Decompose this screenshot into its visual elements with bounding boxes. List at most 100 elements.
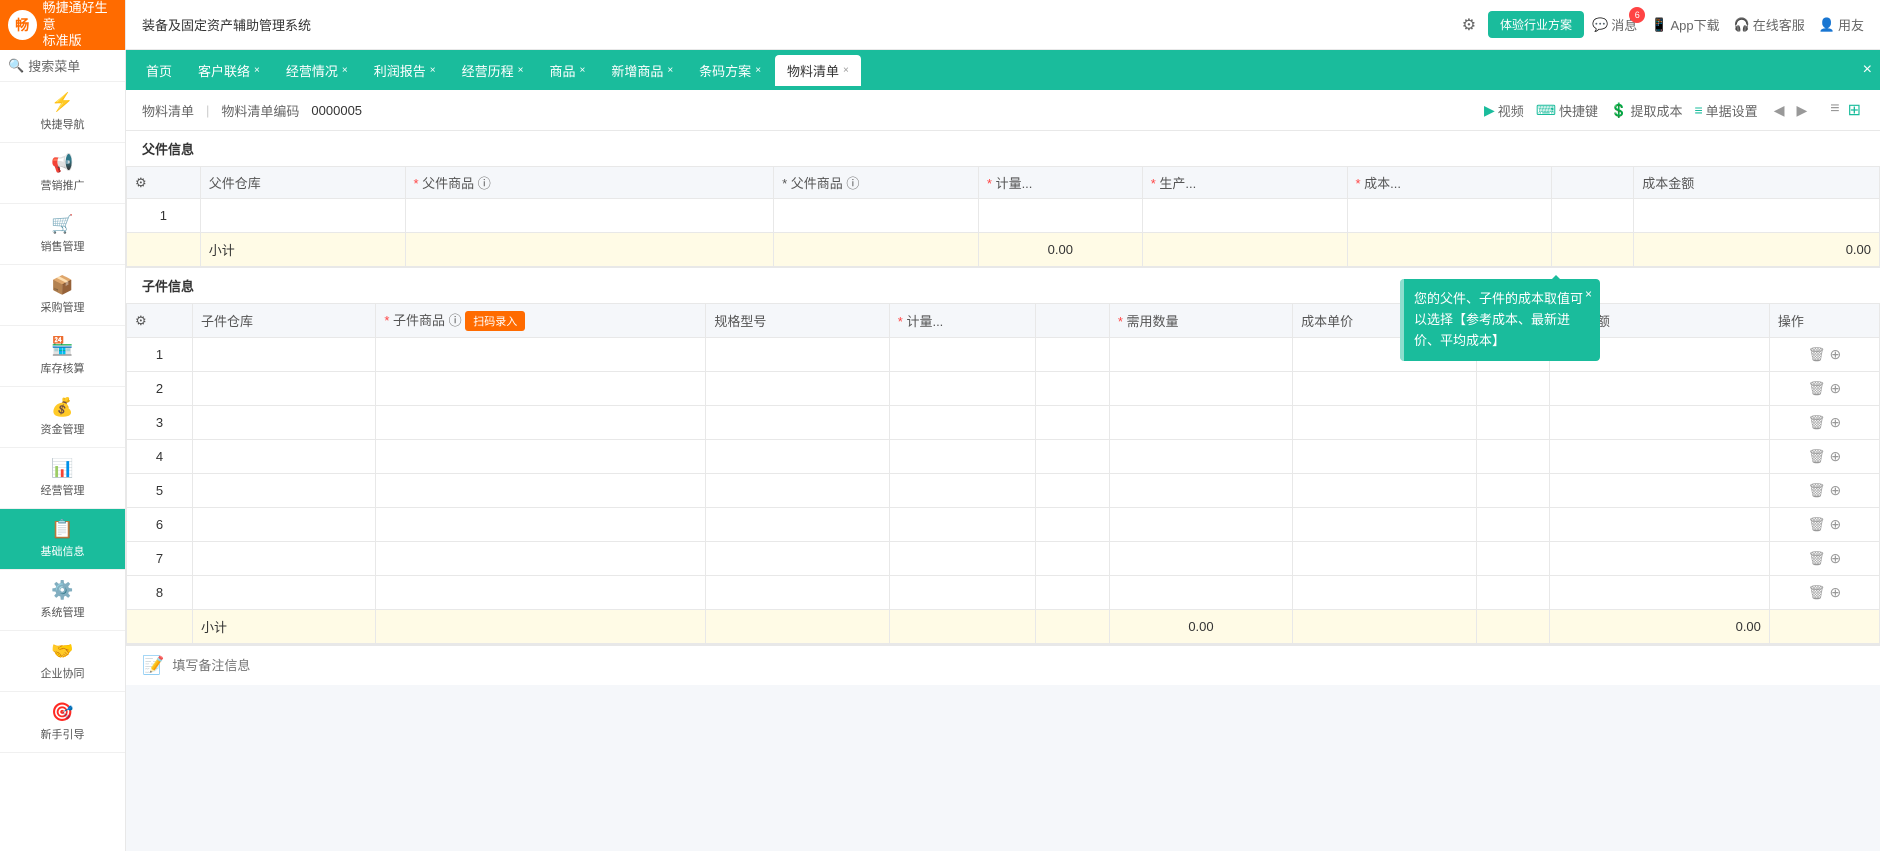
child-row-7-spec[interactable] bbox=[706, 542, 889, 576]
trial-button[interactable]: 体验行业方案 bbox=[1488, 11, 1584, 38]
child-row-8-qty[interactable] bbox=[1109, 576, 1292, 610]
parent-row-1-spec[interactable] bbox=[774, 199, 979, 233]
child-row-4-unit[interactable] bbox=[889, 440, 1036, 474]
child-row-6-spec[interactable] bbox=[706, 508, 889, 542]
tab-operations-status-close[interactable]: × bbox=[342, 65, 348, 76]
delete-icon-5[interactable]: 🗑 bbox=[1808, 482, 1826, 499]
delete-icon-7[interactable]: 🗑 bbox=[1808, 550, 1826, 567]
child-row-6-unit[interactable] bbox=[889, 508, 1036, 542]
list-view-btn[interactable]: ≡ bbox=[1827, 98, 1842, 122]
child-row-4-spec[interactable] bbox=[706, 440, 889, 474]
child-row-5-spec[interactable] bbox=[706, 474, 889, 508]
delete-icon-1[interactable]: 🗑 bbox=[1808, 346, 1826, 363]
sidebar-item-inventory[interactable]: 🏪 库存核算 bbox=[0, 326, 125, 387]
close-all-tabs[interactable]: × bbox=[1863, 61, 1872, 79]
child-row-3-warehouse[interactable] bbox=[193, 406, 376, 440]
tab-barcode-close[interactable]: × bbox=[755, 65, 761, 76]
child-row-2-qty[interactable] bbox=[1109, 372, 1292, 406]
child-row-6-unit-cost[interactable] bbox=[1293, 508, 1476, 542]
child-col-settings[interactable]: ⚙ bbox=[127, 304, 193, 338]
child-row-8-warehouse[interactable] bbox=[193, 576, 376, 610]
delete-icon-2[interactable]: 🗑 bbox=[1808, 380, 1826, 397]
breadcrumb-bom[interactable]: 物料清单 bbox=[142, 101, 194, 120]
child-row-3-unit[interactable] bbox=[889, 406, 1036, 440]
child-row-8-unit[interactable] bbox=[889, 576, 1036, 610]
child-row-5-product[interactable] bbox=[376, 474, 706, 508]
scan-button[interactable]: 扫码录入 bbox=[465, 311, 525, 331]
sidebar-item-sales[interactable]: 🛒 销售管理 bbox=[0, 204, 125, 265]
prev-arrow[interactable]: ◀ bbox=[1770, 100, 1789, 121]
child-row-3-qty[interactable] bbox=[1109, 406, 1292, 440]
parent-col-settings[interactable]: ⚙ bbox=[127, 167, 201, 199]
child-row-4-warehouse[interactable] bbox=[193, 440, 376, 474]
child-row-1-product[interactable] bbox=[376, 338, 706, 372]
hotkey-action[interactable]: ⌨ 快捷键 bbox=[1536, 101, 1598, 120]
sidebar-item-quick-nav[interactable]: ⚡ 快捷导航 bbox=[0, 82, 125, 143]
child-row-8-spec[interactable] bbox=[706, 576, 889, 610]
child-row-2-unit-cost[interactable] bbox=[1293, 372, 1476, 406]
child-row-2-product[interactable] bbox=[376, 372, 706, 406]
child-row-1-unit[interactable] bbox=[889, 338, 1036, 372]
user-action[interactable]: 👤 用友 bbox=[1819, 15, 1864, 34]
child-row-3-unit-cost[interactable] bbox=[1293, 406, 1476, 440]
child-row-1-qty[interactable] bbox=[1109, 338, 1292, 372]
child-row-7-warehouse[interactable] bbox=[193, 542, 376, 576]
parent-row-1-prod[interactable] bbox=[1142, 199, 1347, 233]
child-row-4-product[interactable] bbox=[376, 440, 706, 474]
child-row-6-product[interactable] bbox=[376, 508, 706, 542]
child-row-4-qty[interactable] bbox=[1109, 440, 1292, 474]
child-row-6-warehouse[interactable] bbox=[193, 508, 376, 542]
tab-ops-history-close[interactable]: × bbox=[518, 65, 524, 76]
delete-icon-8[interactable]: 🗑 bbox=[1808, 584, 1826, 601]
copy-icon-3[interactable]: ⊕ bbox=[1829, 414, 1841, 431]
parent-row-1-unit[interactable] bbox=[978, 199, 1142, 233]
delete-icon-4[interactable]: 🗑 bbox=[1808, 448, 1826, 465]
tab-profit-report-close[interactable]: × bbox=[430, 65, 436, 76]
child-row-8-product[interactable] bbox=[376, 576, 706, 610]
tab-bom-close[interactable]: × bbox=[843, 65, 849, 76]
tab-operations-status[interactable]: 经营情况 × bbox=[274, 55, 360, 86]
child-row-7-qty[interactable] bbox=[1109, 542, 1292, 576]
app-download-action[interactable]: 📱 App下载 bbox=[1651, 15, 1719, 34]
tab-products-close[interactable]: × bbox=[579, 65, 585, 76]
copy-icon-6[interactable]: ⊕ bbox=[1829, 516, 1841, 533]
copy-icon-1[interactable]: ⊕ bbox=[1829, 346, 1841, 363]
child-row-5-unit-cost[interactable] bbox=[1293, 474, 1476, 508]
tab-profit-report[interactable]: 利润报告 × bbox=[362, 55, 448, 86]
child-row-5-qty[interactable] bbox=[1109, 474, 1292, 508]
child-row-2-unit[interactable] bbox=[889, 372, 1036, 406]
child-row-3-spec[interactable] bbox=[706, 406, 889, 440]
copy-icon-4[interactable]: ⊕ bbox=[1829, 448, 1841, 465]
child-row-4-unit-cost[interactable] bbox=[1293, 440, 1476, 474]
bill-settings-action[interactable]: ≡ 单据设置 bbox=[1695, 101, 1758, 120]
parent-row-1-warehouse[interactable] bbox=[200, 199, 405, 233]
child-row-6-qty[interactable] bbox=[1109, 508, 1292, 542]
tab-new-product[interactable]: 新增商品 × bbox=[599, 55, 685, 86]
delete-icon-6[interactable]: 🗑 bbox=[1808, 516, 1826, 533]
copy-icon-5[interactable]: ⊕ bbox=[1829, 482, 1841, 499]
parent-row-1-cost[interactable] bbox=[1347, 199, 1552, 233]
child-row-1-spec[interactable] bbox=[706, 338, 889, 372]
delete-icon-3[interactable]: 🗑 bbox=[1808, 414, 1826, 431]
copy-icon-7[interactable]: ⊕ bbox=[1829, 550, 1841, 567]
child-row-7-unit[interactable] bbox=[889, 542, 1036, 576]
tab-customers[interactable]: 客户联络 × bbox=[186, 55, 272, 86]
message-action[interactable]: 💬 消息 6 bbox=[1592, 15, 1637, 34]
online-service-action[interactable]: 🎧 在线客服 bbox=[1734, 15, 1805, 34]
sidebar-item-system[interactable]: ⚙️ 系统管理 bbox=[0, 570, 125, 631]
child-row-5-unit[interactable] bbox=[889, 474, 1036, 508]
sidebar-item-enterprise[interactable]: 🤝 企业协同 bbox=[0, 631, 125, 692]
next-arrow[interactable]: ▶ bbox=[1792, 100, 1811, 121]
settings-icon[interactable]: ⚙ bbox=[1458, 11, 1480, 39]
view-action[interactable]: ▶ 视频 bbox=[1484, 101, 1524, 120]
child-row-7-product[interactable] bbox=[376, 542, 706, 576]
parent-row-1-product[interactable] bbox=[405, 199, 774, 233]
child-row-1-warehouse[interactable] bbox=[193, 338, 376, 372]
copy-icon-2[interactable]: ⊕ bbox=[1829, 380, 1841, 397]
cost-action[interactable]: 💲 提取成本 bbox=[1610, 101, 1682, 120]
child-row-2-spec[interactable] bbox=[706, 372, 889, 406]
note-input[interactable] bbox=[172, 658, 1864, 673]
tab-customers-close[interactable]: × bbox=[254, 65, 260, 76]
child-row-3-product[interactable] bbox=[376, 406, 706, 440]
sidebar-item-finance[interactable]: 💰 资金管理 bbox=[0, 387, 125, 448]
